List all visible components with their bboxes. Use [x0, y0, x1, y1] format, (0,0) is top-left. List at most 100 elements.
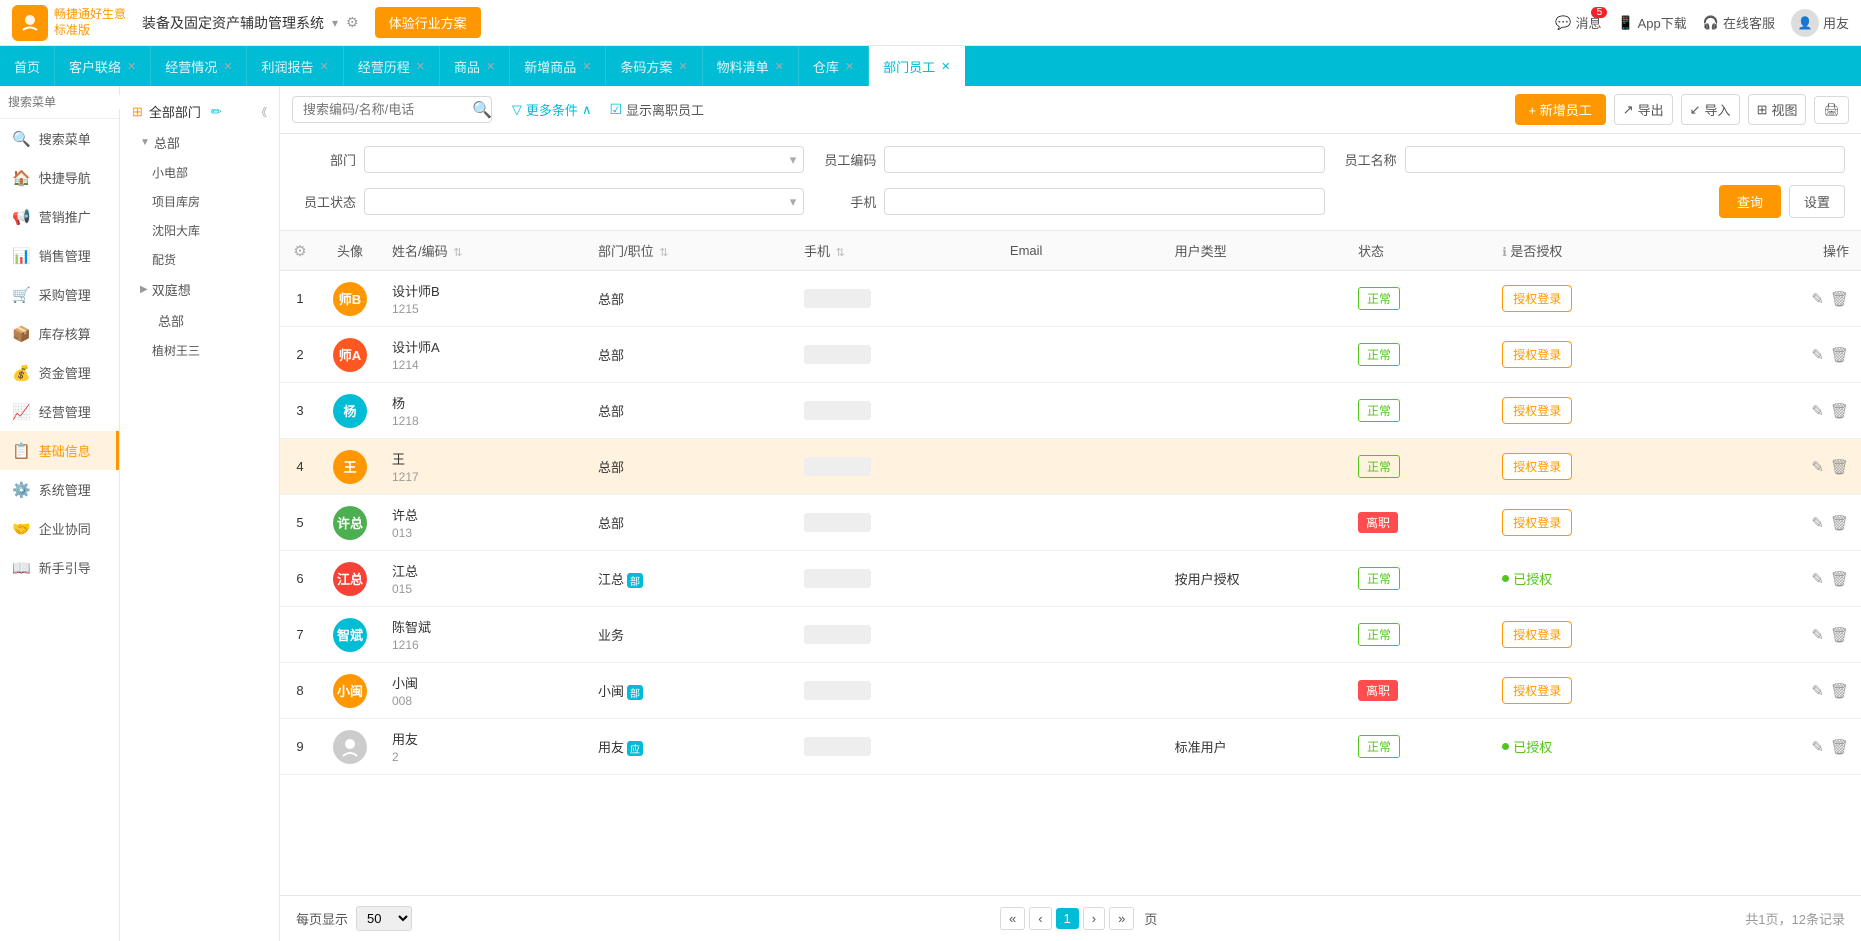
- sidebar-item-企业协同[interactable]: 🤝企业协同: [0, 509, 119, 548]
- print-button[interactable]: 🖨: [1814, 96, 1849, 124]
- tree-item-shuangtingxiang[interactable]: ▶ 双庭想: [120, 274, 279, 305]
- edit-button[interactable]: ✎: [1811, 402, 1824, 420]
- edit-button[interactable]: ✎: [1811, 290, 1824, 308]
- page-size-select[interactable]: 50 20 100: [356, 906, 412, 931]
- sidebar-item-采购管理[interactable]: 🛒采购管理: [0, 275, 119, 314]
- auth-button[interactable]: 授权登录: [1502, 453, 1572, 480]
- nav-tab-首页[interactable]: 首页: [0, 46, 55, 86]
- auth-button[interactable]: 授权登录: [1502, 285, 1572, 312]
- auth-button[interactable]: 授权登录: [1502, 341, 1572, 368]
- tab-close-icon[interactable]: ✕: [775, 60, 784, 73]
- nav-tab-客户联络[interactable]: 客户联络✕: [55, 46, 151, 86]
- sidebar-item-经营管理[interactable]: 📈经营管理: [0, 392, 119, 431]
- nav-tab-条码方案[interactable]: 条码方案✕: [606, 46, 702, 86]
- edit-button[interactable]: ✎: [1811, 458, 1824, 476]
- tab-close-icon[interactable]: ✕: [320, 60, 329, 73]
- nav-tab-商品[interactable]: 商品✕: [440, 46, 510, 86]
- emp-status-select[interactable]: [364, 188, 804, 215]
- view-button[interactable]: ⊞ 视图: [1748, 94, 1807, 125]
- col-dept[interactable]: 部门/职位 ⇅: [586, 231, 792, 271]
- tab-close-icon[interactable]: ✕: [416, 60, 425, 73]
- tab-close-icon[interactable]: ✕: [486, 60, 495, 73]
- delete-button[interactable]: 🗑: [1830, 682, 1849, 700]
- col-name[interactable]: 姓名/编码 ⇅: [380, 231, 586, 271]
- first-page-btn[interactable]: «: [1000, 907, 1025, 930]
- edit-icon[interactable]: ✏: [211, 104, 222, 120]
- tab-close-icon[interactable]: ✕: [127, 60, 136, 73]
- sidebar-item-营销推广[interactable]: 📢营销推广: [0, 197, 119, 236]
- delete-button[interactable]: 🗑: [1830, 626, 1849, 644]
- sidebar-item-库存核算[interactable]: 📦库存核算: [0, 314, 119, 353]
- collapse-icon[interactable]: 《: [256, 104, 267, 120]
- tree-sub-shenyangdaku[interactable]: 沈阳大库: [120, 216, 279, 245]
- edit-button[interactable]: ✎: [1811, 738, 1824, 756]
- tree-item-zongbu-parent[interactable]: ▼ 总部: [120, 127, 279, 158]
- tab-close-icon[interactable]: ✕: [582, 60, 591, 73]
- delete-button[interactable]: 🗑: [1830, 346, 1849, 364]
- col-gear[interactable]: ⚙: [280, 231, 320, 271]
- delete-button[interactable]: 🗑: [1830, 402, 1849, 420]
- show-resigned-toggle[interactable]: ☑ 显示离职员工: [609, 100, 704, 119]
- auth-button[interactable]: 授权登录: [1502, 397, 1572, 424]
- trial-button[interactable]: 体验行业方案: [375, 7, 481, 38]
- delete-button[interactable]: 🗑: [1830, 458, 1849, 476]
- dept-select[interactable]: [364, 146, 804, 173]
- next-page-btn[interactable]: ›: [1083, 907, 1105, 930]
- tab-close-icon[interactable]: ✕: [845, 60, 854, 73]
- tree-sub-xiaodibu[interactable]: 小电部: [120, 158, 279, 187]
- nav-tab-新增商品[interactable]: 新增商品✕: [510, 46, 606, 86]
- tree-sub-xiangmukufang[interactable]: 项目库房: [120, 187, 279, 216]
- tab-close-icon[interactable]: ✕: [223, 60, 232, 73]
- export-button[interactable]: ↗ 导出: [1614, 94, 1673, 125]
- emp-code-input[interactable]: [884, 146, 1324, 173]
- nav-tab-部门员工[interactable]: 部门员工✕: [869, 46, 965, 86]
- edit-button[interactable]: ✎: [1811, 682, 1824, 700]
- search-input[interactable]: [292, 96, 492, 123]
- auth-button[interactable]: 授权登录: [1502, 621, 1572, 648]
- nav-tab-经营历程[interactable]: 经营历程✕: [344, 46, 440, 86]
- tab-close-icon[interactable]: ✕: [678, 60, 687, 73]
- gear-icon[interactable]: ⚙: [346, 14, 359, 31]
- message-item[interactable]: 💬 消息 5: [1555, 13, 1601, 32]
- sidebar-item-搜索菜单[interactable]: 🔍搜索菜单: [0, 119, 119, 158]
- sidebar-item-系统管理[interactable]: ⚙️系统管理: [0, 470, 119, 509]
- nav-tab-经营情况[interactable]: 经营情况✕: [151, 46, 247, 86]
- app-download-item[interactable]: 📱 App下载: [1617, 13, 1686, 32]
- add-employee-button[interactable]: + 新增员工: [1515, 94, 1606, 125]
- import-button[interactable]: ↙ 导入: [1681, 94, 1740, 125]
- phone-input[interactable]: [884, 188, 1324, 215]
- nav-tab-利润报告[interactable]: 利润报告✕: [247, 46, 343, 86]
- more-conditions-btn[interactable]: ▽ 更多条件 ∧: [512, 100, 592, 119]
- edit-button[interactable]: ✎: [1811, 570, 1824, 588]
- delete-button[interactable]: 🗑: [1830, 290, 1849, 308]
- reset-button[interactable]: 设置: [1789, 185, 1845, 218]
- tree-item-zongbu[interactable]: 总部: [120, 305, 279, 336]
- tree-sub-peihuo[interactable]: 配货: [120, 245, 279, 274]
- auth-button[interactable]: 授权登录: [1502, 509, 1572, 536]
- last-page-btn[interactable]: »: [1109, 907, 1134, 930]
- nav-tab-仓库[interactable]: 仓库✕: [799, 46, 869, 86]
- col-phone[interactable]: 手机 ⇅: [792, 231, 998, 271]
- sidebar-item-快捷导航[interactable]: 🏠快捷导航: [0, 158, 119, 197]
- tree-sub-zhishuwang[interactable]: 植树王三: [120, 336, 279, 365]
- sidebar-item-基础信息[interactable]: 📋基础信息: [0, 431, 119, 470]
- nav-tab-物料清单[interactable]: 物料清单✕: [703, 46, 799, 86]
- emp-name-input[interactable]: [1405, 146, 1845, 173]
- edit-button[interactable]: ✎: [1811, 626, 1824, 644]
- delete-button[interactable]: 🗑: [1830, 738, 1849, 756]
- online-service-item[interactable]: 🎧 在线客服: [1703, 13, 1775, 32]
- title-arrow-icon[interactable]: ▾: [332, 16, 338, 30]
- tab-close-icon[interactable]: ✕: [941, 60, 950, 73]
- prev-page-btn[interactable]: ‹: [1029, 907, 1051, 930]
- sidebar-item-资金管理[interactable]: 💰资金管理: [0, 353, 119, 392]
- sidebar-item-销售管理[interactable]: 📊销售管理: [0, 236, 119, 275]
- sidebar-item-新手引导[interactable]: 📖新手引导: [0, 548, 119, 587]
- employee-code: 1218: [392, 414, 574, 428]
- delete-button[interactable]: 🗑: [1830, 514, 1849, 532]
- query-button[interactable]: 查询: [1719, 185, 1781, 218]
- edit-button[interactable]: ✎: [1811, 514, 1824, 532]
- edit-button[interactable]: ✎: [1811, 346, 1824, 364]
- user-item[interactable]: 👤 用友: [1791, 9, 1849, 37]
- delete-button[interactable]: 🗑: [1830, 570, 1849, 588]
- auth-button[interactable]: 授权登录: [1502, 677, 1572, 704]
